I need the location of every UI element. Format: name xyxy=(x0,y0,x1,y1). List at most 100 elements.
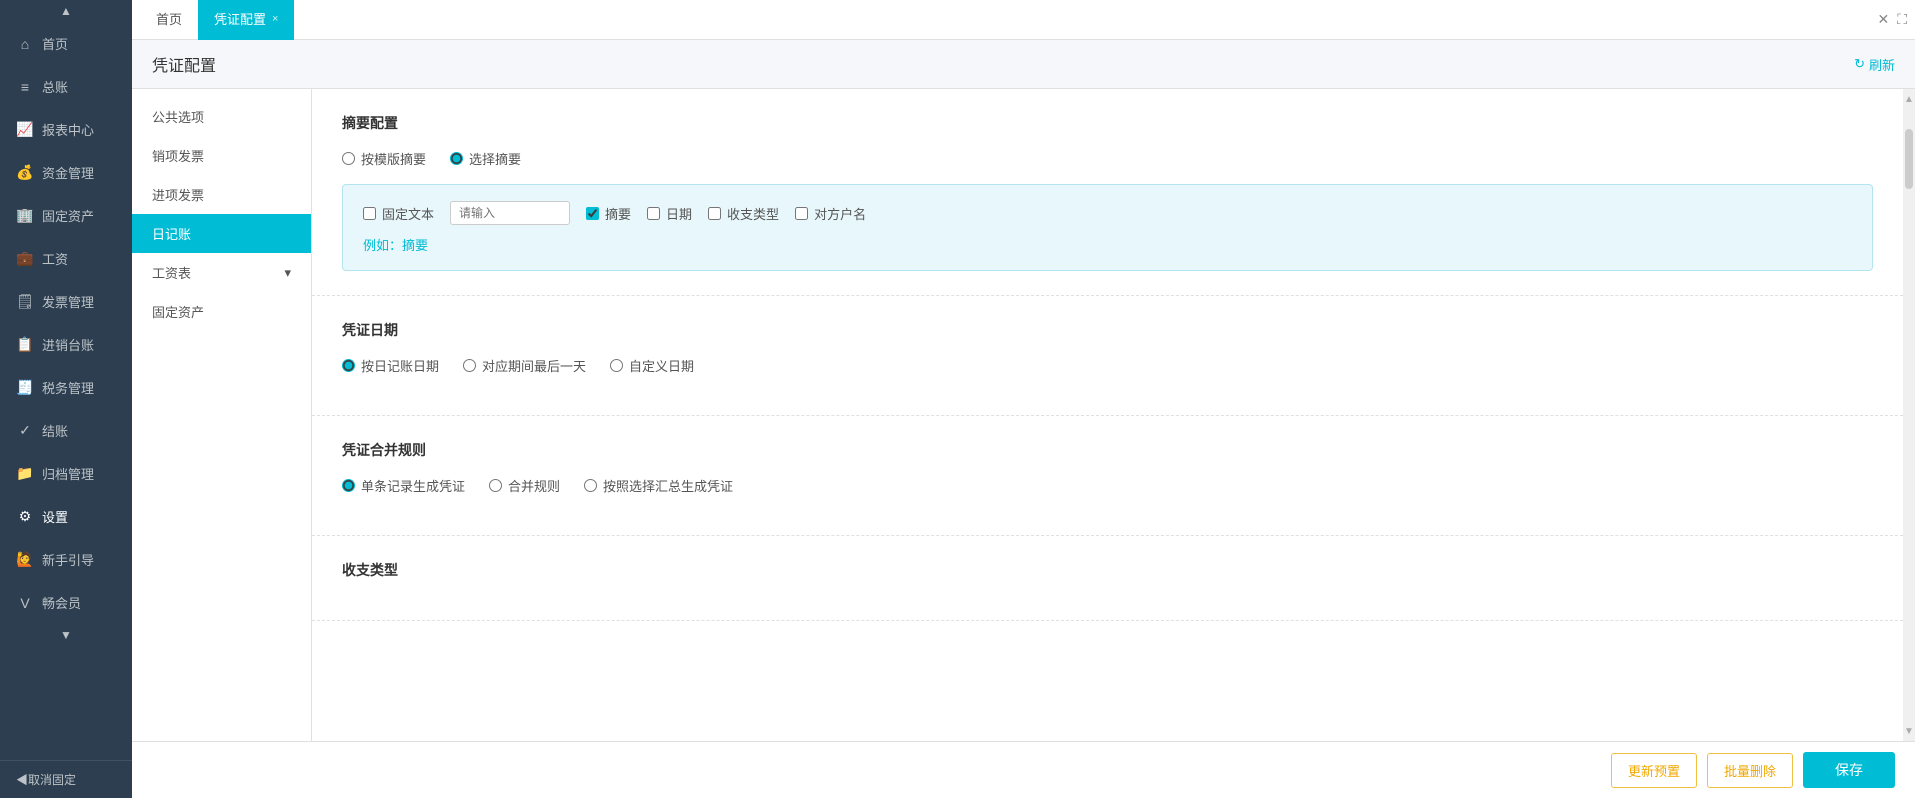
chevron-down-icon: ▾ xyxy=(284,265,291,281)
radio-custom-date-input[interactable] xyxy=(610,359,623,372)
checkbox-income-type-input[interactable] xyxy=(708,207,721,220)
sidebar-item-archive[interactable]: 📁 归档管理 xyxy=(0,452,132,495)
sidebar-item-home[interactable]: ⌂ 首页 xyxy=(0,22,132,65)
voucher-date-radio-group: 按日记账日期 对应期间最后一天 自定义日期 xyxy=(342,356,1873,375)
radio-journal-date[interactable]: 按日记账日期 xyxy=(342,356,439,375)
tax-icon: 🧾 xyxy=(16,379,34,396)
sidebar-item-sales-ledger[interactable]: 📋 进销台账 xyxy=(0,323,132,366)
income-type-title: 收支类型 xyxy=(342,560,1873,580)
nav-fixed-assets[interactable]: 固定资产 xyxy=(132,292,311,331)
checkbox-counterparty[interactable]: 对方户名 xyxy=(795,204,866,223)
tab-close-button[interactable]: × xyxy=(272,13,278,25)
payroll-icon: 💼 xyxy=(16,250,34,267)
sidebar-item-reports[interactable]: 📈 报表中心 xyxy=(0,108,132,151)
checkbox-summary[interactable]: 摘要 xyxy=(586,204,631,223)
sidebar-item-payroll[interactable]: 💼 工资 xyxy=(0,237,132,280)
radio-custom-date[interactable]: 自定义日期 xyxy=(610,356,694,375)
sidebar-item-settings[interactable]: ⚙ 设置 xyxy=(0,495,132,538)
guide-icon: 🙋 xyxy=(16,551,34,568)
sidebar-item-ledger[interactable]: ≡ 总账 xyxy=(0,65,132,108)
fixed-assets-icon: 🏢 xyxy=(16,207,34,224)
checkbox-fixed-text-input[interactable] xyxy=(363,207,376,220)
tab-bar: 首页 凭证配置 × ✕ ⛶ xyxy=(132,0,1915,40)
scroll-up-arrow[interactable]: ▲ xyxy=(1904,89,1914,109)
page-header: 凭证配置 ↻ 刷新 xyxy=(132,40,1915,89)
radio-journal-date-input[interactable] xyxy=(342,359,355,372)
radio-template-summary[interactable]: 按模版摘要 xyxy=(342,149,426,168)
settlement-icon: ✓ xyxy=(16,422,34,439)
update-preview-button[interactable]: 更新预置 xyxy=(1611,753,1697,788)
radio-last-day[interactable]: 对应期间最后一天 xyxy=(463,356,586,375)
reports-icon: 📈 xyxy=(16,121,34,138)
radio-select-merge-input[interactable] xyxy=(584,479,597,492)
nav-journal[interactable]: 日记账 xyxy=(132,214,311,253)
radio-last-day-input[interactable] xyxy=(463,359,476,372)
nav-public[interactable]: 公共选项 xyxy=(132,97,311,136)
checkbox-summary-input[interactable] xyxy=(586,207,599,220)
sidebar-item-invoice[interactable]: 🗒 发票管理 xyxy=(0,280,132,323)
voucher-date-title: 凭证日期 xyxy=(342,320,1873,340)
radio-merge-rules-input[interactable] xyxy=(489,479,502,492)
settings-icon: ⚙ xyxy=(16,508,34,525)
funds-icon: 💰 xyxy=(16,164,34,181)
radio-single-record-input[interactable] xyxy=(342,479,355,492)
radio-select-summary-input[interactable] xyxy=(450,152,463,165)
income-type-section: 收支类型 xyxy=(312,536,1903,621)
sidebar-item-member[interactable]: V 畅会员 xyxy=(0,581,132,624)
window-controls: ✕ ⛶ xyxy=(1877,11,1907,28)
page-title: 凭证配置 xyxy=(152,52,216,76)
tab-voucher-config[interactable]: 凭证配置 × xyxy=(198,0,294,40)
radio-template-summary-input[interactable] xyxy=(342,152,355,165)
sidebar-item-fixed-assets[interactable]: 🏢 固定资产 xyxy=(0,194,132,237)
summary-config-section: 摘要配置 按模版摘要 选择摘要 xyxy=(312,89,1903,296)
scroll-down-arrow[interactable]: ▼ xyxy=(1904,721,1914,741)
checkbox-fixed-text[interactable]: 固定文本 xyxy=(363,204,434,223)
radio-select-summary[interactable]: 选择摘要 xyxy=(450,149,521,168)
checkbox-row: 固定文本 摘要 日期 xyxy=(363,201,1852,225)
content-area: 公共选项 销项发票 进项发票 日记账 工资表 ▾ 固定资产 xyxy=(132,89,1915,741)
member-icon: V xyxy=(16,595,34,611)
window-expand-button[interactable]: ⛶ xyxy=(1897,11,1907,28)
nav-purchase-invoice[interactable]: 进项发票 xyxy=(132,175,311,214)
invoice-icon: 🗒 xyxy=(16,293,34,310)
sidebar-item-settlement[interactable]: ✓ 结账 xyxy=(0,409,132,452)
right-content: 摘要配置 按模版摘要 选择摘要 xyxy=(312,89,1903,741)
refresh-icon: ↻ xyxy=(1854,56,1865,72)
scrollbar[interactable]: ▲ ▼ xyxy=(1903,89,1915,741)
checkbox-date-input[interactable] xyxy=(647,207,660,220)
summary-config-box: 固定文本 摘要 日期 xyxy=(342,184,1873,271)
example-text: 例如：摘要 xyxy=(363,235,1852,254)
tab-home[interactable]: 首页 xyxy=(140,0,198,40)
nav-sales-invoice[interactable]: 销项发票 xyxy=(132,136,311,175)
fixed-text-input[interactable] xyxy=(450,201,570,225)
home-icon: ⌂ xyxy=(16,36,34,52)
checkbox-counterparty-input[interactable] xyxy=(795,207,808,220)
left-nav: 公共选项 销项发票 进项发票 日记账 工资表 ▾ 固定资产 xyxy=(132,89,312,741)
scrollbar-thumb[interactable] xyxy=(1905,129,1913,189)
merge-rules-radio-group: 单条记录生成凭证 合并规则 按照选择汇总生成凭证 xyxy=(342,476,1873,495)
batch-delete-button[interactable]: 批量删除 xyxy=(1707,753,1793,788)
sidebar-item-guide[interactable]: 🙋 新手引导 xyxy=(0,538,132,581)
merge-rules-title: 凭证合并规则 xyxy=(342,440,1873,460)
sidebar-scroll-up[interactable]: ▲ xyxy=(0,0,132,22)
sidebar-scroll-down[interactable]: ▼ xyxy=(0,624,132,646)
archive-icon: 📁 xyxy=(16,465,34,482)
radio-single-record[interactable]: 单条记录生成凭证 xyxy=(342,476,465,495)
sidebar: ▲ ⌂ 首页 ≡ 总账 📈 报表中心 💰 资金管理 🏢 固定资产 💼 工资 🗒 … xyxy=(0,0,132,798)
refresh-button[interactable]: ↻ 刷新 xyxy=(1854,55,1895,74)
window-close-button[interactable]: ✕ xyxy=(1877,11,1889,28)
save-button[interactable]: 保存 xyxy=(1803,752,1895,788)
sidebar-unpin[interactable]: ◀取消固定 xyxy=(0,760,132,798)
main-area: 首页 凭证配置 × ✕ ⛶ 凭证配置 ↻ 刷新 公共选项 xyxy=(132,0,1915,798)
ledger-icon: ≡ xyxy=(16,79,34,95)
sidebar-item-funds[interactable]: 💰 资金管理 xyxy=(0,151,132,194)
checkbox-date[interactable]: 日期 xyxy=(647,204,692,223)
radio-merge-rules[interactable]: 合并规则 xyxy=(489,476,560,495)
sidebar-item-tax[interactable]: 🧾 税务管理 xyxy=(0,366,132,409)
radio-select-merge[interactable]: 按照选择汇总生成凭证 xyxy=(584,476,733,495)
merge-rules-section: 凭证合并规则 单条记录生成凭证 合并规则 xyxy=(312,416,1903,536)
bottom-bar: 更新预置 批量删除 保存 xyxy=(132,741,1915,798)
checkbox-income-type[interactable]: 收支类型 xyxy=(708,204,779,223)
voucher-date-section: 凭证日期 按日记账日期 对应期间最后一天 xyxy=(312,296,1903,416)
nav-payroll-table[interactable]: 工资表 ▾ xyxy=(132,253,311,292)
